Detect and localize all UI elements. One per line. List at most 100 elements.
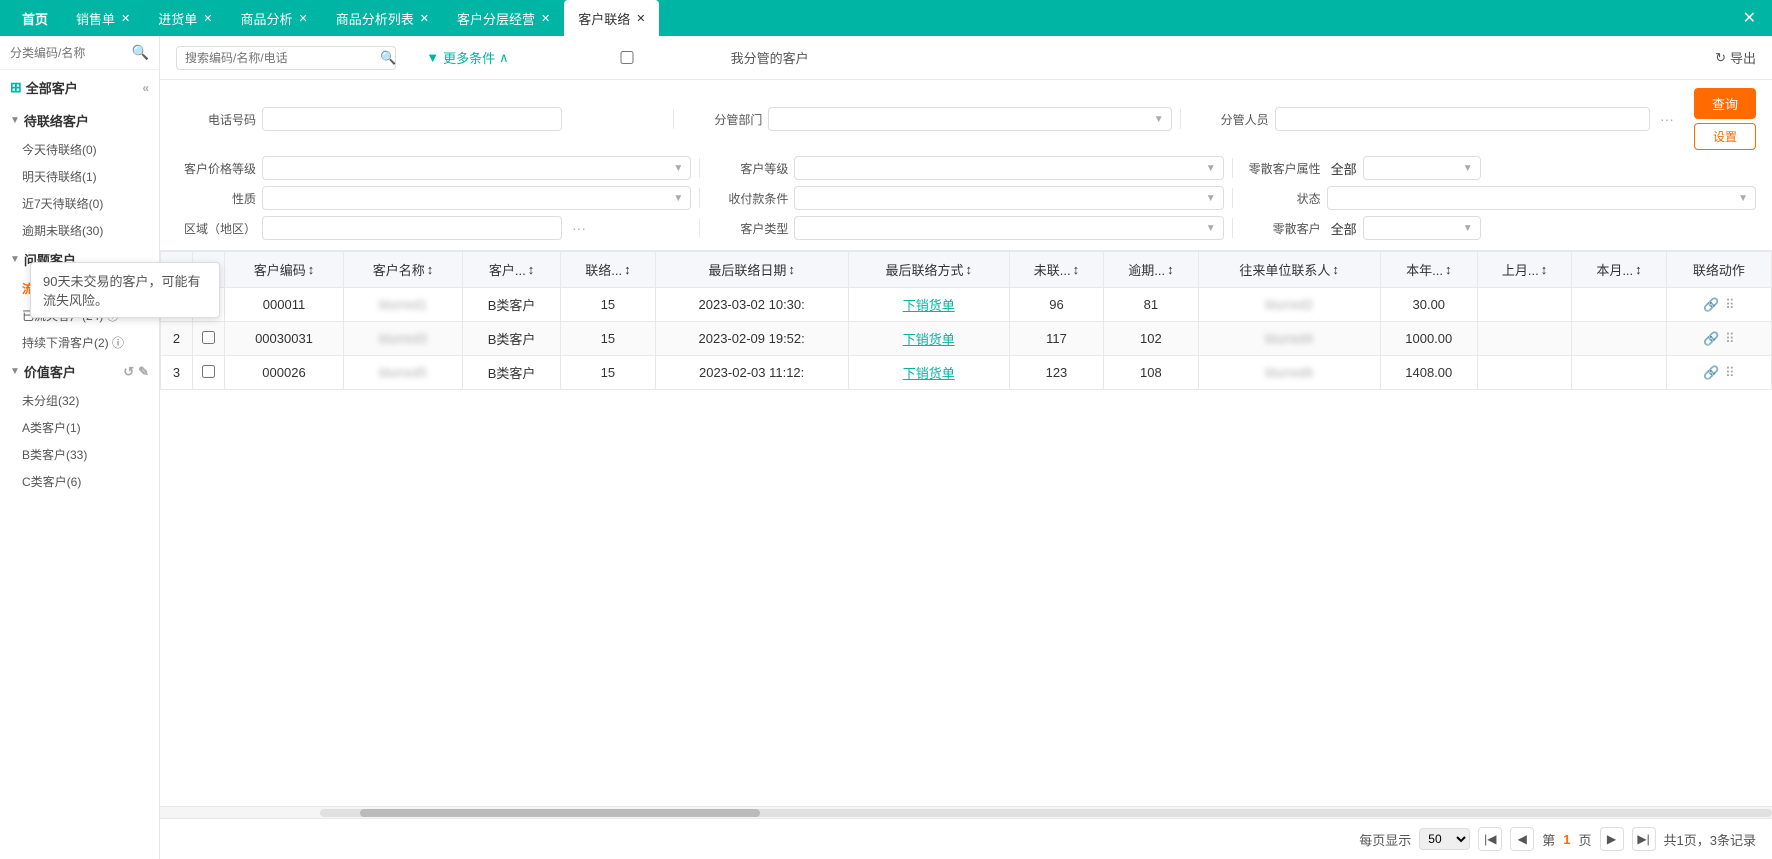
sidebar-group-pending[interactable]: ▼ 待联络客户 [0,105,159,136]
sidebar-item-7days[interactable]: 近7天待联络(0) [0,190,159,217]
sidebar-item-class-a[interactable]: A类客户(1) [0,414,159,441]
branch-dept-select[interactable] [768,107,1171,131]
more-conditions-button[interactable]: ▼ 更多条件 ∧ [420,44,514,71]
th-date-sort[interactable]: 最后联络日期 ↕ [708,260,795,279]
cell-last-month [1477,356,1571,390]
branch-person-input[interactable] [1275,107,1650,131]
tab-analysis-list-close[interactable]: ✕ [420,12,429,25]
cell-actions: 🔗 ⠿ [1666,322,1771,356]
gender-select[interactable] [262,186,691,210]
retail-attr-select-wrap: ▼ [1363,156,1481,180]
branch-person-label: 分管人员 [1189,111,1269,128]
cell-checkbox[interactable] [193,322,225,356]
sidebar-item-tomorrow[interactable]: 明天待联络(1) [0,163,159,190]
tab-sales[interactable]: 销售单 ✕ [62,0,144,36]
th-contact-type-sort[interactable]: 最后联络方式 ↕ [885,260,972,279]
retail-customer-label: 零散客户 [1241,220,1321,237]
th-name-sort[interactable]: 客户名称 ↕ [373,260,434,279]
sidebar-item-class-b[interactable]: B类客户(33) [0,441,159,468]
last-page-button[interactable]: ▶| [1632,827,1656,851]
sidebar-item-ungrouped[interactable]: 未分组(32) [0,387,159,414]
payment-select[interactable] [794,186,1223,210]
area-input[interactable] [262,216,562,240]
filter-row-1: 电话号码 分管部门 ▼ 分管人员 ··· [176,88,1756,150]
sidebar-search-input[interactable] [10,46,128,60]
th-code-sort[interactable]: 客户编码 ↕ [254,260,315,279]
divider8 [1232,218,1233,238]
price-tier-select[interactable] [262,156,691,180]
export-button[interactable]: ↻ 导出 [1715,48,1756,67]
more-conditions-label: 更多条件 [443,48,495,67]
th-lm-sort[interactable]: 上月... ↕ [1502,260,1547,279]
th-type-sort[interactable]: 客户... ↕ [489,260,534,279]
area-dots-icon[interactable]: ··· [568,220,590,236]
cell-contact-count: 15 [561,288,655,322]
action-menu-icon[interactable]: ⠿ [1725,297,1735,313]
action-menu-icon[interactable]: ⠿ [1725,331,1735,347]
cell-index: 2 [161,322,193,356]
edit-icon[interactable]: ✎ [138,364,149,380]
retail-attr-select[interactable] [1363,156,1481,180]
sidebar-all-customers[interactable]: ⊞ 全部客户 « [0,70,159,105]
divider5 [699,188,700,208]
refresh-icon[interactable]: ↺ [123,364,134,380]
th-year-sort[interactable]: 本年... ↕ [1406,260,1451,279]
tab-analysis-close[interactable]: ✕ [299,12,308,25]
action-link-icon[interactable]: 🔗 [1703,365,1719,381]
pending-group-label: 待联络客户 [24,111,89,130]
close-app-button[interactable]: ✕ [1735,8,1764,28]
tab-analysis-list[interactable]: 商品分析列表 ✕ [322,0,443,36]
status-select[interactable] [1327,186,1756,210]
sidebar-item-overdue[interactable]: 逾期未联络(30) [0,217,159,244]
th-last-month: 上月... ↕ [1477,252,1571,288]
scrollbar-thumb[interactable] [360,809,760,817]
customer-type-select[interactable] [794,216,1223,240]
tab-purchase-close[interactable]: ✕ [203,12,212,25]
tab-sales-close[interactable]: ✕ [121,12,130,25]
customer-level-select[interactable] [794,156,1223,180]
cell-contact-count: 15 [561,322,655,356]
tab-purchase[interactable]: 进货单 ✕ [144,0,226,36]
th-overdue-sort[interactable]: 逾期... ↕ [1128,260,1173,279]
main-layout: 🔍 ⊞ 全部客户 « ▼ 待联络客户 今天待联络(0) 明天待联络(1) 近7天… [0,36,1772,859]
table-row: 1 000011 blurred1 B类客户 15 2023-03-02 10:… [161,288,1772,322]
action-menu-icon[interactable]: ⠿ [1725,365,1735,381]
row-checkbox[interactable] [202,365,215,378]
sidebar-item-today[interactable]: 今天待联络(0) [0,136,159,163]
tab-analysis[interactable]: 商品分析 ✕ [226,0,321,36]
phone-input[interactable] [262,107,562,131]
sidebar-item-class-c[interactable]: C类客户(6) [0,468,159,495]
tab-customer-contact-close[interactable]: ✕ [636,12,645,25]
horizontal-scrollbar[interactable] [160,806,1772,818]
per-page-select[interactable]: 50 100 [1419,828,1470,850]
row-checkbox[interactable] [202,331,215,344]
status-select-wrap: ▼ [1327,186,1756,210]
next-page-button[interactable]: ▶ [1600,827,1624,851]
th-last-contact-date: 最后联络日期 ↕ [655,252,848,288]
search-input[interactable] [176,46,396,70]
branch-person-dots-icon[interactable]: ··· [1656,111,1678,127]
cell-checkbox[interactable] [193,356,225,390]
th-tm-sort[interactable]: 本月... ↕ [1596,260,1641,279]
retail-customer-select[interactable] [1363,216,1481,240]
tab-home[interactable]: 首页 [8,0,62,36]
tab-customer-tier[interactable]: 客户分层经营 ✕ [443,0,564,36]
sidebar-group-value[interactable]: ▼ 价值客户 ↺ ✎ [0,356,159,387]
current-page-number: 1 [1563,832,1570,847]
export-label: 导出 [1730,48,1756,67]
sidebar-item-declining[interactable]: 持续下滑客户(2) ⓘ [0,329,159,356]
query-button[interactable]: 查询 [1694,88,1756,119]
prev-page-button[interactable]: ◀ [1510,827,1534,851]
action-link-icon[interactable]: 🔗 [1703,331,1719,347]
th-last-contact-type: 最后联络方式 ↕ [848,252,1009,288]
settings-button[interactable]: 设置 [1694,123,1756,150]
action-link-icon[interactable]: 🔗 [1703,297,1719,313]
customer-type-label: 客户类型 [708,220,788,237]
tab-customer-tier-close[interactable]: ✕ [541,12,550,25]
tab-customer-contact[interactable]: 客户联络 ✕ [564,0,659,36]
th-un-contacted-sort[interactable]: 未联... ↕ [1034,260,1079,279]
th-contact-sort[interactable]: 联络... ↕ [585,260,630,279]
th-contact-person-sort[interactable]: 往来单位联系人 ↕ [1239,260,1339,279]
first-page-button[interactable]: |◀ [1478,827,1502,851]
my-customers-checkbox[interactable] [527,51,727,64]
